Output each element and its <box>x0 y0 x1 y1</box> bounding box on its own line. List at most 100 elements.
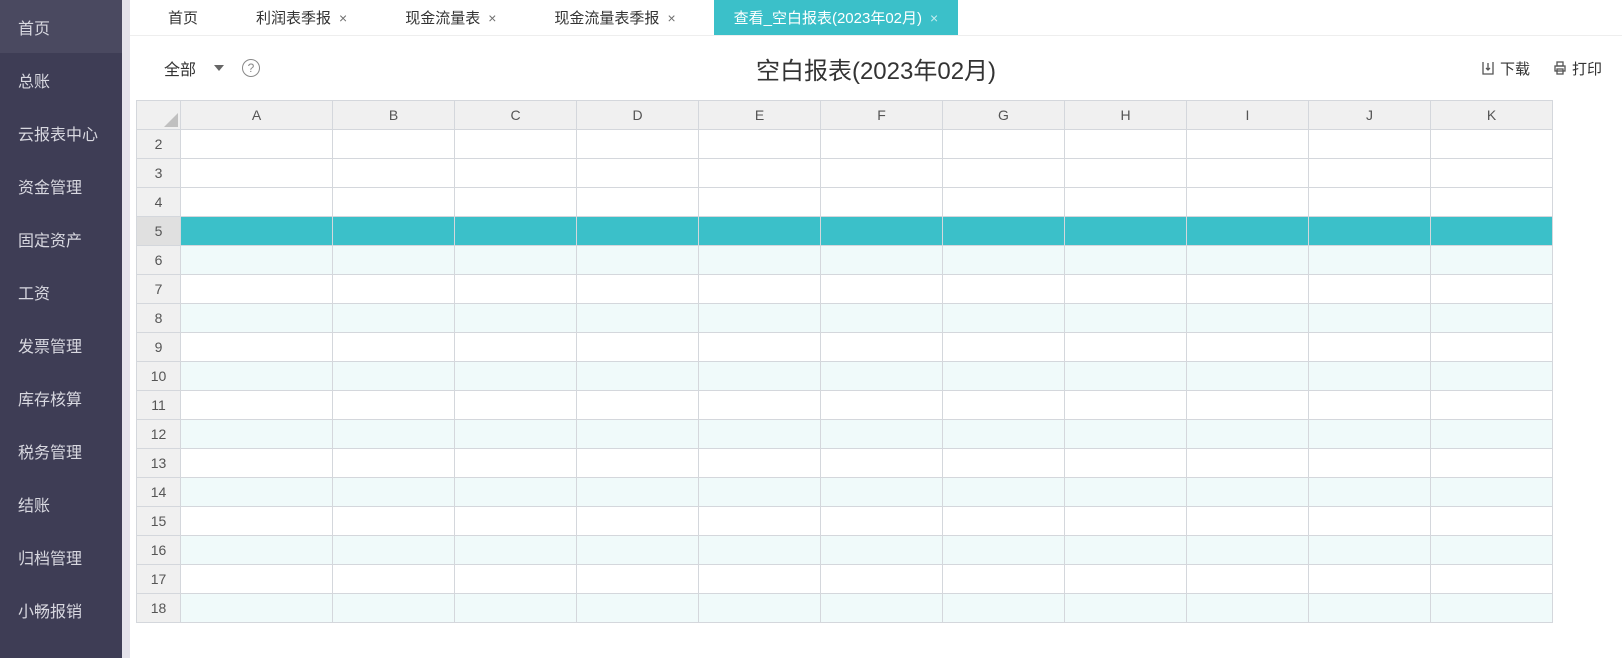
cell[interactable] <box>181 362 333 391</box>
cell[interactable] <box>1187 159 1309 188</box>
cell[interactable] <box>333 130 455 159</box>
tab-home[interactable]: 首页 <box>148 0 218 35</box>
cell[interactable] <box>181 188 333 217</box>
cell[interactable] <box>943 362 1065 391</box>
cell[interactable] <box>333 594 455 623</box>
cell[interactable] <box>699 362 821 391</box>
cell[interactable] <box>1187 449 1309 478</box>
cell[interactable] <box>181 246 333 275</box>
cell[interactable] <box>1431 130 1553 159</box>
cell[interactable] <box>1431 478 1553 507</box>
cell[interactable] <box>1309 507 1431 536</box>
select-all-cell[interactable] <box>137 101 181 130</box>
cell[interactable] <box>1187 420 1309 449</box>
cell[interactable] <box>1187 565 1309 594</box>
cell[interactable] <box>1065 536 1187 565</box>
column-header[interactable]: D <box>577 101 699 130</box>
column-header[interactable]: C <box>455 101 577 130</box>
cell[interactable] <box>455 536 577 565</box>
cell[interactable] <box>699 188 821 217</box>
cell[interactable] <box>1431 507 1553 536</box>
cell[interactable] <box>1065 246 1187 275</box>
cell[interactable] <box>577 159 699 188</box>
cell[interactable] <box>577 217 699 246</box>
cell[interactable] <box>333 246 455 275</box>
cell[interactable] <box>577 391 699 420</box>
cell[interactable] <box>699 478 821 507</box>
tab-profit-quarterly[interactable]: 利润表季报 × <box>236 0 367 35</box>
print-button[interactable]: 打印 <box>1552 58 1602 79</box>
cell[interactable] <box>181 130 333 159</box>
cell[interactable] <box>943 188 1065 217</box>
cell[interactable] <box>333 420 455 449</box>
cell[interactable] <box>821 478 943 507</box>
row-header[interactable]: 14 <box>137 478 181 507</box>
cell[interactable] <box>1431 217 1553 246</box>
cell[interactable] <box>1187 362 1309 391</box>
cell[interactable] <box>1065 275 1187 304</box>
cell[interactable] <box>333 304 455 333</box>
cell[interactable] <box>1309 478 1431 507</box>
cell[interactable] <box>1187 217 1309 246</box>
cell[interactable] <box>333 159 455 188</box>
cell[interactable] <box>1309 333 1431 362</box>
cell[interactable] <box>821 391 943 420</box>
cell[interactable] <box>333 536 455 565</box>
row-header[interactable]: 5 <box>137 217 181 246</box>
cell[interactable] <box>1065 594 1187 623</box>
cell[interactable] <box>821 565 943 594</box>
cell[interactable] <box>577 188 699 217</box>
cell[interactable] <box>1187 391 1309 420</box>
cell[interactable] <box>333 565 455 594</box>
close-icon[interactable]: × <box>488 10 496 26</box>
sidebar-item-home[interactable]: 首页 <box>0 0 130 53</box>
cell[interactable] <box>699 449 821 478</box>
cell[interactable] <box>821 159 943 188</box>
cell[interactable] <box>699 246 821 275</box>
sidebar-item-closing[interactable]: 结账 <box>0 477 130 530</box>
cell[interactable] <box>699 594 821 623</box>
cell[interactable] <box>577 362 699 391</box>
cell[interactable] <box>1431 391 1553 420</box>
row-header[interactable]: 13 <box>137 449 181 478</box>
cell[interactable] <box>1065 478 1187 507</box>
cell[interactable] <box>181 159 333 188</box>
cell[interactable] <box>699 130 821 159</box>
cell[interactable] <box>1187 304 1309 333</box>
cell[interactable] <box>943 333 1065 362</box>
cell[interactable] <box>943 478 1065 507</box>
row-header[interactable]: 8 <box>137 304 181 333</box>
cell[interactable] <box>943 304 1065 333</box>
cell[interactable] <box>181 420 333 449</box>
cell[interactable] <box>1065 565 1187 594</box>
row-header[interactable]: 9 <box>137 333 181 362</box>
cell[interactable] <box>181 478 333 507</box>
column-header[interactable]: K <box>1431 101 1553 130</box>
cell[interactable] <box>577 565 699 594</box>
cell[interactable] <box>699 275 821 304</box>
sidebar-item-salary[interactable]: 工资 <box>0 265 130 318</box>
cell[interactable] <box>455 478 577 507</box>
cell[interactable] <box>699 565 821 594</box>
sidebar-item-funds[interactable]: 资金管理 <box>0 159 130 212</box>
cell[interactable] <box>943 565 1065 594</box>
cell[interactable] <box>1431 449 1553 478</box>
cell[interactable] <box>455 333 577 362</box>
cell[interactable] <box>821 188 943 217</box>
cell[interactable] <box>333 449 455 478</box>
cell[interactable] <box>333 362 455 391</box>
sidebar-item-cloud-reports[interactable]: 云报表中心 <box>0 106 130 159</box>
cell[interactable] <box>577 246 699 275</box>
column-header[interactable]: A <box>181 101 333 130</box>
cell[interactable] <box>455 565 577 594</box>
cell[interactable] <box>455 362 577 391</box>
cell[interactable] <box>699 159 821 188</box>
cell[interactable] <box>1187 594 1309 623</box>
cell[interactable] <box>181 217 333 246</box>
tab-cashflow-quarterly[interactable]: 现金流量表季报 × <box>534 0 695 35</box>
column-header[interactable]: G <box>943 101 1065 130</box>
cell[interactable] <box>577 507 699 536</box>
cell[interactable] <box>1309 536 1431 565</box>
tab-cashflow[interactable]: 现金流量表 × <box>385 0 516 35</box>
cell[interactable] <box>1187 246 1309 275</box>
